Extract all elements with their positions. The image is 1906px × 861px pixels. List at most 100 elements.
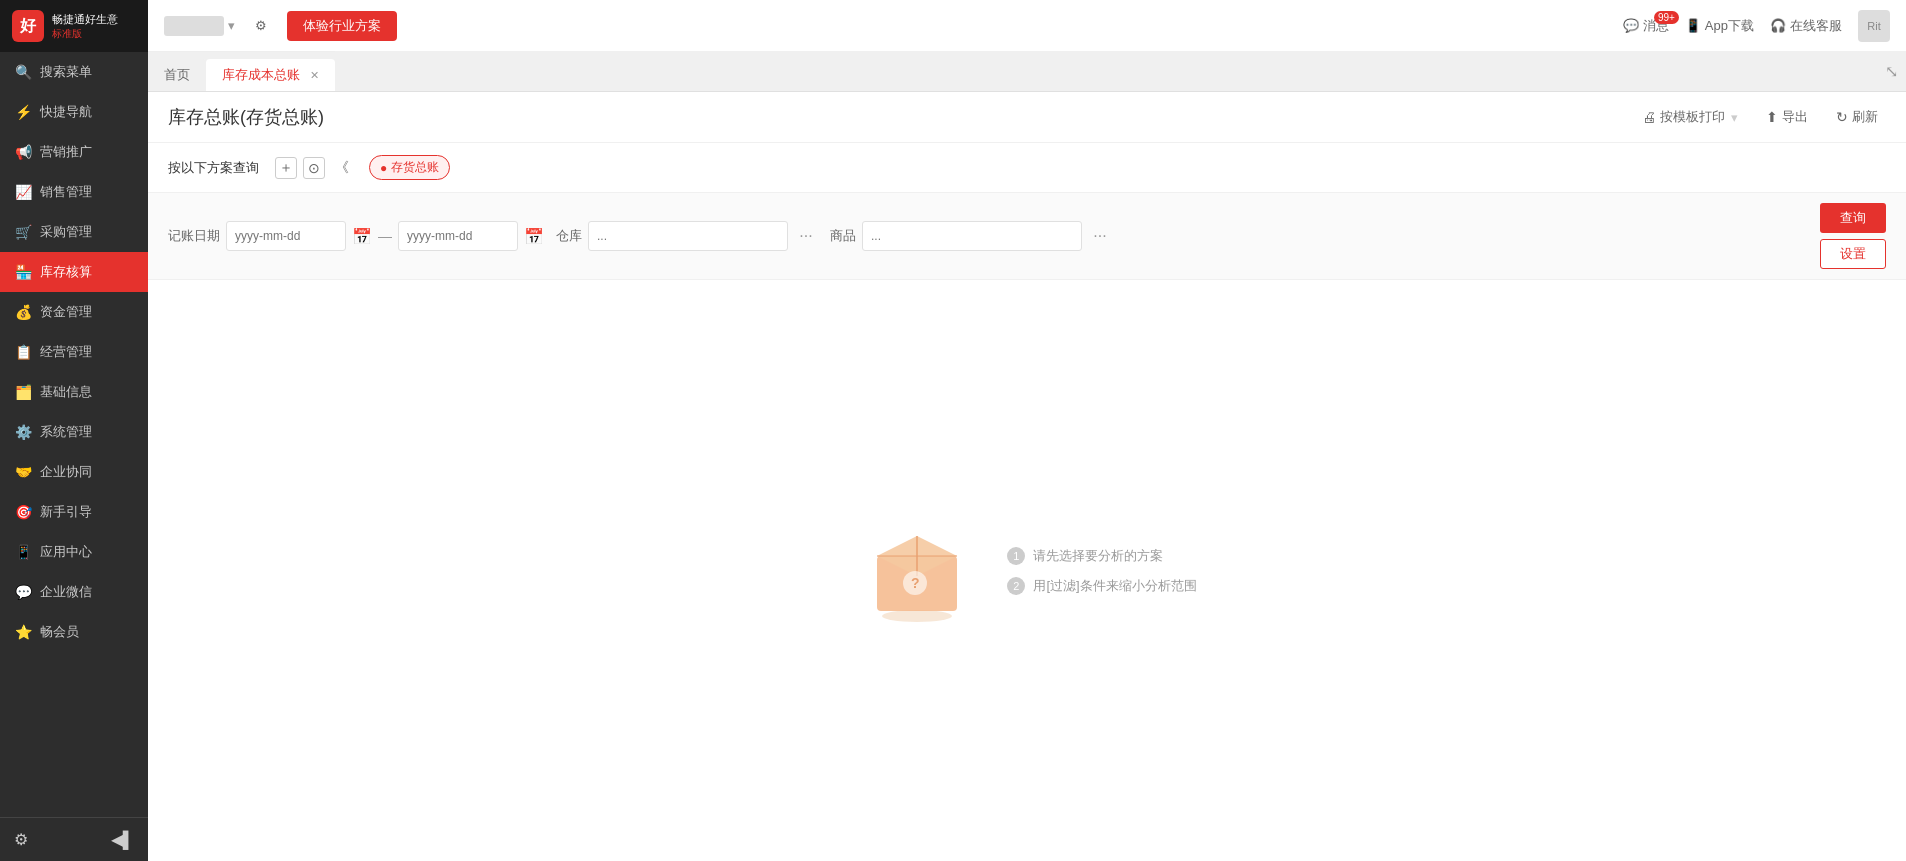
sidebar-item-apps[interactable]: 📱 应用中心 <box>0 532 148 572</box>
sidebar-nav: 🔍 搜索菜单 ⚡ 快捷导航 📢 营销推广 📈 销售管理 🛒 采购管理 🏪 库存核… <box>0 52 148 817</box>
export-btn[interactable]: ⬆ 导出 <box>1758 104 1816 130</box>
sidebar-item-purchase[interactable]: 🛒 采购管理 <box>0 212 148 252</box>
tab-home[interactable]: 首页 <box>148 59 206 91</box>
sidebar-item-label-quicknav: 快捷导航 <box>40 103 92 121</box>
svg-text:?: ? <box>911 575 920 591</box>
sidebar-item-label-system: 系统管理 <box>40 423 92 441</box>
print-btn[interactable]: 🖨 按模板打印 ▾ <box>1634 104 1746 130</box>
tabbar: 首页 库存成本总账 ✕ ⤡ <box>148 52 1906 92</box>
product-input[interactable] <box>862 221 1082 251</box>
product-more-btn[interactable]: ··· <box>1088 224 1112 248</box>
sales-icon: 📈 <box>14 183 32 201</box>
sidebar-item-label-enterprise: 企业协同 <box>40 463 92 481</box>
filter-actions: ＋ ⊙ 《 <box>275 157 353 179</box>
settings-btn[interactable]: 设置 <box>1820 239 1886 269</box>
sidebar-item-label-sales: 销售管理 <box>40 183 92 201</box>
empty-state: ? 1 请先选择要分析的方案 2 用[过滤]条件来缩小分析范围 <box>148 280 1906 861</box>
guide-icon: 🎯 <box>14 503 32 521</box>
sidebar-item-label-wechat: 企业微信 <box>40 583 92 601</box>
avatar[interactable]: Rit <box>1858 10 1890 42</box>
message-btn[interactable]: 💬 消息 99+ <box>1623 17 1669 35</box>
date-end-input[interactable] <box>398 221 518 251</box>
sidebar-item-label-apps: 应用中心 <box>40 543 92 561</box>
sidebar-item-system[interactable]: ⚙️ 系统管理 <box>0 412 148 452</box>
audio-icon[interactable]: ◀▌ <box>111 830 134 849</box>
date-start-input[interactable] <box>226 221 346 251</box>
expand-icon[interactable]: ⤡ <box>1885 62 1898 81</box>
sidebar-item-marketing[interactable]: 📢 营销推广 <box>0 132 148 172</box>
industry-btn[interactable]: 体验行业方案 <box>287 11 397 41</box>
date-start-cal-icon[interactable]: 📅 <box>352 227 372 246</box>
sidebar-item-label-search: 搜索菜单 <box>40 63 92 81</box>
tag-icon: ● <box>380 161 387 175</box>
warehouse-input[interactable] <box>588 221 788 251</box>
empty-step2: 2 用[过滤]条件来缩小分析范围 <box>1007 577 1196 595</box>
date-label: 记账日期 <box>168 227 220 245</box>
sidebar-item-label-finance: 资金管理 <box>40 303 92 321</box>
filter-label: 按以下方案查询 <box>168 159 259 177</box>
date-separator: — <box>378 228 392 244</box>
sidebar-bottom: ⚙ ◀▌ <box>0 817 148 861</box>
sidebar-item-finance[interactable]: 💰 资金管理 <box>0 292 148 332</box>
empty-text: 1 请先选择要分析的方案 2 用[过滤]条件来缩小分析范围 <box>1007 547 1196 595</box>
date-field-group: 记账日期 📅 — 📅 <box>168 221 544 251</box>
app-download-btn[interactable]: 📱 App下载 <box>1685 17 1754 35</box>
sidebar-item-label-purchase: 采购管理 <box>40 223 92 241</box>
page-actions: 🖨 按模板打印 ▾ ⬆ 导出 ↻ 刷新 <box>1634 104 1886 130</box>
search-icon: 🔍 <box>14 63 32 81</box>
product-field-group: 商品 ··· <box>830 221 1112 251</box>
logo-text: 畅捷通好生意 标准版 <box>52 12 118 39</box>
warehouse-more-btn[interactable]: ··· <box>794 224 818 248</box>
step1-circle: 1 <box>1007 547 1025 565</box>
main-area: ▾ ⚙ 体验行业方案 💬 消息 99+ 📱 App下载 🎧 在线客服 Rit <box>148 0 1906 861</box>
sidebar: 好 畅捷通好生意 标准版 🔍 搜索菜单 ⚡ 快捷导航 📢 营销推广 📈 销售管理… <box>0 0 148 861</box>
sidebar-item-guide[interactable]: 🎯 新手引导 <box>0 492 148 532</box>
fields-row: 记账日期 📅 — 📅 仓库 ··· 商品 ··· 查询 设置 <box>148 193 1906 280</box>
enterprise-icon: 🤝 <box>14 463 32 481</box>
sidebar-item-label-vip: 畅会员 <box>40 623 79 641</box>
warehouse-label: 仓库 <box>556 227 582 245</box>
sidebar-item-quicknav[interactable]: ⚡ 快捷导航 <box>0 92 148 132</box>
print-dropdown-icon[interactable]: ▾ <box>1731 110 1738 125</box>
settings-icon[interactable]: ⚙ <box>14 830 28 849</box>
export-icon: ⬆ <box>1766 109 1778 125</box>
sidebar-item-label-inventory: 库存核算 <box>40 263 92 281</box>
empty-step1: 1 请先选择要分析的方案 <box>1007 547 1196 565</box>
sidebar-item-basic[interactable]: 🗂️ 基础信息 <box>0 372 148 412</box>
date-end-cal-icon[interactable]: 📅 <box>524 227 544 246</box>
basic-icon: 🗂️ <box>14 383 32 401</box>
sidebar-item-operations[interactable]: 📋 经营管理 <box>0 332 148 372</box>
marketing-icon: 📢 <box>14 143 32 161</box>
logo-icon: 好 <box>12 10 44 42</box>
product-label: 商品 <box>830 227 856 245</box>
sidebar-item-enterprise[interactable]: 🤝 企业协同 <box>0 452 148 492</box>
tab-close-btn[interactable]: ✕ <box>310 69 319 82</box>
online-service-btn[interactable]: 🎧 在线客服 <box>1770 17 1842 35</box>
filter-collapse-btn[interactable]: 《 <box>331 157 353 179</box>
finance-icon: 💰 <box>14 303 32 321</box>
refresh-btn[interactable]: ↻ 刷新 <box>1828 104 1886 130</box>
search-btn[interactable]: 查询 <box>1820 203 1886 233</box>
topbar-left: ▾ ⚙ 体验行业方案 <box>164 11 1623 41</box>
sidebar-item-vip[interactable]: ⭐ 畅会员 <box>0 612 148 652</box>
sidebar-item-inventory[interactable]: 🏪 库存核算 <box>0 252 148 292</box>
filter-settings-btn[interactable]: ⊙ <box>303 157 325 179</box>
purchase-icon: 🛒 <box>14 223 32 241</box>
sidebar-item-label-operations: 经营管理 <box>40 343 92 361</box>
sidebar-item-search[interactable]: 🔍 搜索菜单 <box>0 52 148 92</box>
filter-tag[interactable]: ● 存货总账 <box>369 155 450 180</box>
topbar-dropdown[interactable]: ▾ <box>164 16 235 36</box>
sidebar-item-wechat[interactable]: 💬 企业微信 <box>0 572 148 612</box>
topbar-right: 💬 消息 99+ 📱 App下载 🎧 在线客服 Rit <box>1623 10 1890 42</box>
sidebar-item-label-guide: 新手引导 <box>40 503 92 521</box>
step2-circle: 2 <box>1007 577 1025 595</box>
content-area: 库存总账(存货总账) 🖨 按模板打印 ▾ ⬆ 导出 ↻ 刷新 按以下方案查询 <box>148 92 1906 861</box>
topbar-settings-icon[interactable]: ⚙ <box>247 12 275 40</box>
tab-inventory-ledger[interactable]: 库存成本总账 ✕ <box>206 59 335 91</box>
filter-add-btn[interactable]: ＋ <box>275 157 297 179</box>
sidebar-item-sales[interactable]: 📈 销售管理 <box>0 172 148 212</box>
filter-area: 按以下方案查询 ＋ ⊙ 《 ● 存货总账 <box>148 143 1906 193</box>
sidebar-item-label-marketing: 营销推广 <box>40 143 92 161</box>
sidebar-logo: 好 畅捷通好生意 标准版 <box>0 0 148 52</box>
refresh-icon: ↻ <box>1836 109 1848 125</box>
